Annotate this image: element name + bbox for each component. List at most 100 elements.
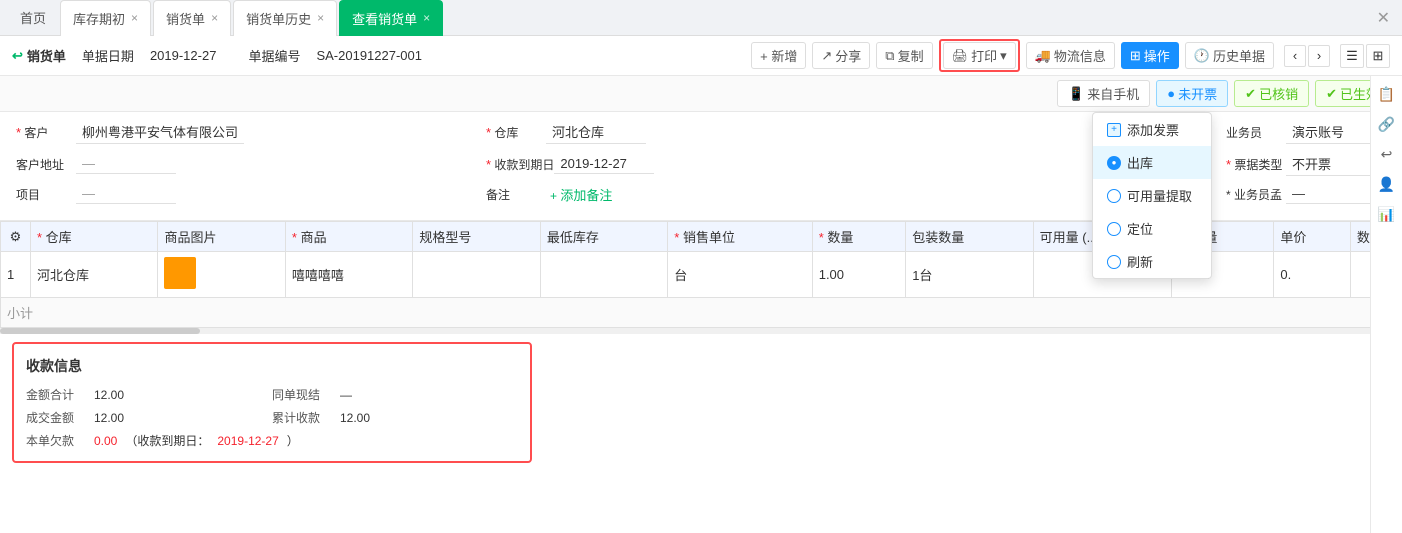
row-pack-qty: 1台: [906, 252, 1033, 298]
history-icon: 🕐: [1194, 48, 1210, 64]
check-label: 已核销: [1259, 84, 1298, 103]
history-button[interactable]: 🕐 历史单据: [1185, 42, 1274, 69]
share-button[interactable]: ↗ 分享: [812, 42, 870, 69]
from-phone-btn[interactable]: 📱 来自手机: [1057, 80, 1150, 107]
view-toggle: ☰ ⊞: [1340, 44, 1390, 68]
doc-actions: + 新增 ↗ 分享 ⧉ 复制 🖨 打印 ▾: [751, 39, 1390, 72]
add-note-btn[interactable]: + 添加备注: [550, 185, 612, 204]
not-open-label: 未开票: [1178, 84, 1217, 103]
tab-view-sales[interactable]: 查看销货单 ×: [339, 0, 443, 36]
available-qty-icon: [1107, 189, 1121, 203]
truck-icon: 🚚: [1035, 48, 1051, 64]
subtotal-row: 小计: [1, 298, 1402, 328]
operation-label: 操作: [1144, 46, 1170, 65]
col-product: * 商品: [285, 222, 412, 252]
global-close-button[interactable]: ✕: [1377, 8, 1390, 28]
horizontal-scrollbar[interactable]: [0, 328, 1402, 334]
operation-button[interactable]: ⊞ 操作: [1121, 42, 1179, 69]
agent-label: * 业务员孟: [1226, 186, 1286, 203]
new-button[interactable]: + 新增: [751, 42, 806, 69]
refresh-item[interactable]: 刷新: [1093, 245, 1211, 278]
locate-item[interactable]: 定位: [1093, 212, 1211, 245]
from-phone-label: 来自手机: [1087, 84, 1139, 103]
logistics-label: 物流信息: [1054, 46, 1106, 65]
check-icon: ✔: [1245, 86, 1256, 102]
tab-home-label: 首页: [20, 8, 46, 27]
refresh-icon: [1107, 255, 1121, 269]
tab-inventory-start[interactable]: 库存期初 ×: [60, 0, 151, 36]
tab-history-label: 销货单历史: [246, 9, 311, 28]
transaction-label: 成交金额: [26, 409, 86, 426]
logistics-button[interactable]: 🚚 物流信息: [1026, 42, 1115, 69]
tab-home[interactable]: 首页: [8, 0, 58, 36]
cumulative-row: 累计收款 12.00: [272, 409, 518, 426]
sidebar-user-icon[interactable]: 👤: [1373, 170, 1401, 198]
payment-date-value: 2019-12-27: [554, 154, 654, 174]
tab-view-label: 查看销货单: [352, 9, 417, 28]
customer-field: * 客户 柳州粤港平安气体有限公司: [16, 120, 446, 144]
sidebar-back-icon[interactable]: ↩: [1373, 140, 1401, 168]
address-value: —: [76, 154, 176, 174]
cumulative-label: 累计收款: [272, 409, 332, 426]
col-warehouse: * 仓库: [31, 222, 158, 252]
doc-title: ↩ 销货单: [12, 46, 66, 65]
next-arrow[interactable]: ›: [1308, 45, 1330, 67]
tab-inventory-close[interactable]: ×: [131, 11, 138, 25]
doc-date-label: 单据日期: [82, 46, 134, 65]
doc-icon: ↩: [12, 48, 23, 64]
doc-title-text: 销货单: [27, 46, 66, 65]
outbound-label: 出库: [1127, 153, 1153, 172]
due-row: 本单欠款 0.00 （收款到期日： 2019-12-27 ）: [26, 432, 518, 449]
settlement-row: 同单现结 —: [272, 386, 518, 403]
amount-total-row: 金额合计 12.00: [26, 386, 272, 403]
outbound-item[interactable]: ● 出库: [1093, 146, 1211, 179]
print-label: 打印: [971, 46, 997, 65]
subtotal-label: 小计: [1, 298, 1402, 328]
tab-view-close[interactable]: ×: [423, 11, 430, 25]
col-unit: * 销售单位: [668, 222, 812, 252]
not-open-btn[interactable]: ● 未开票: [1156, 80, 1228, 107]
sidebar-doc-icon[interactable]: 📋: [1373, 80, 1401, 108]
sidebar-chart-icon[interactable]: 📊: [1373, 200, 1401, 228]
due-date: 2019-12-27: [217, 434, 278, 448]
transaction-value: 12.00: [94, 411, 124, 425]
amount-total-value: 12.00: [94, 388, 124, 402]
tab-sales-order[interactable]: 销货单 ×: [153, 0, 231, 36]
col-settings[interactable]: ⚙: [1, 222, 31, 252]
col-img: 商品图片: [158, 222, 285, 252]
add-invoice-item[interactable]: + 添加发票: [1093, 113, 1211, 146]
tab-bar: 首页 库存期初 × 销货单 × 销货单历史 × 查看销货单 × ✕: [0, 0, 1402, 36]
settlement-value: —: [340, 388, 352, 402]
doc-header: ↩ 销货单 单据日期 2019-12-27 单据编号 SA-20191227-0…: [0, 36, 1402, 76]
payment-info-grid: 金额合计 12.00 同单现结 — 成交金额 12.00 累计收款 12.00 …: [26, 386, 518, 449]
list-view-btn[interactable]: ☰: [1340, 44, 1364, 68]
row-min-stock: [540, 252, 667, 298]
doc-no-label: 单据编号: [248, 46, 300, 65]
available-qty-item[interactable]: 可用量提取: [1093, 179, 1211, 212]
row-index: 1: [1, 252, 31, 298]
sidebar-link-icon[interactable]: 🔗: [1373, 110, 1401, 138]
warehouse-label: * 仓库: [486, 124, 546, 141]
scrollbar-thumb[interactable]: [0, 328, 200, 334]
due-label: 本单欠款: [26, 432, 86, 449]
tab-inventory-label: 库存期初: [73, 9, 125, 28]
print-button[interactable]: 🖨 打印 ▾: [943, 42, 1016, 69]
share-label: 分享: [835, 46, 861, 65]
tab-sales-label: 销货单: [166, 9, 205, 28]
project-field: 项目 —: [16, 184, 446, 204]
warehouse-value: 河北仓库: [546, 120, 646, 144]
print-dropdown-arrow: ▾: [1000, 48, 1007, 64]
warehouse-field: * 仓库 河北仓库: [486, 120, 916, 144]
tab-sales-history[interactable]: 销货单历史 ×: [233, 0, 337, 36]
share-icon: ↗: [821, 48, 832, 64]
row-qty: 1.00: [812, 252, 905, 298]
row-unit: 台: [668, 252, 812, 298]
col-spec: 规格型号: [413, 222, 540, 252]
check-btn[interactable]: ✔ 已核销: [1234, 80, 1309, 107]
prev-arrow[interactable]: ‹: [1284, 45, 1306, 67]
copy-button[interactable]: ⧉ 复制: [876, 42, 932, 69]
grid-view-btn[interactable]: ⊞: [1366, 44, 1390, 68]
tab-sales-close[interactable]: ×: [211, 11, 218, 25]
tab-history-close[interactable]: ×: [317, 11, 324, 25]
ticket-type-label: * 票据类型: [1226, 156, 1286, 173]
